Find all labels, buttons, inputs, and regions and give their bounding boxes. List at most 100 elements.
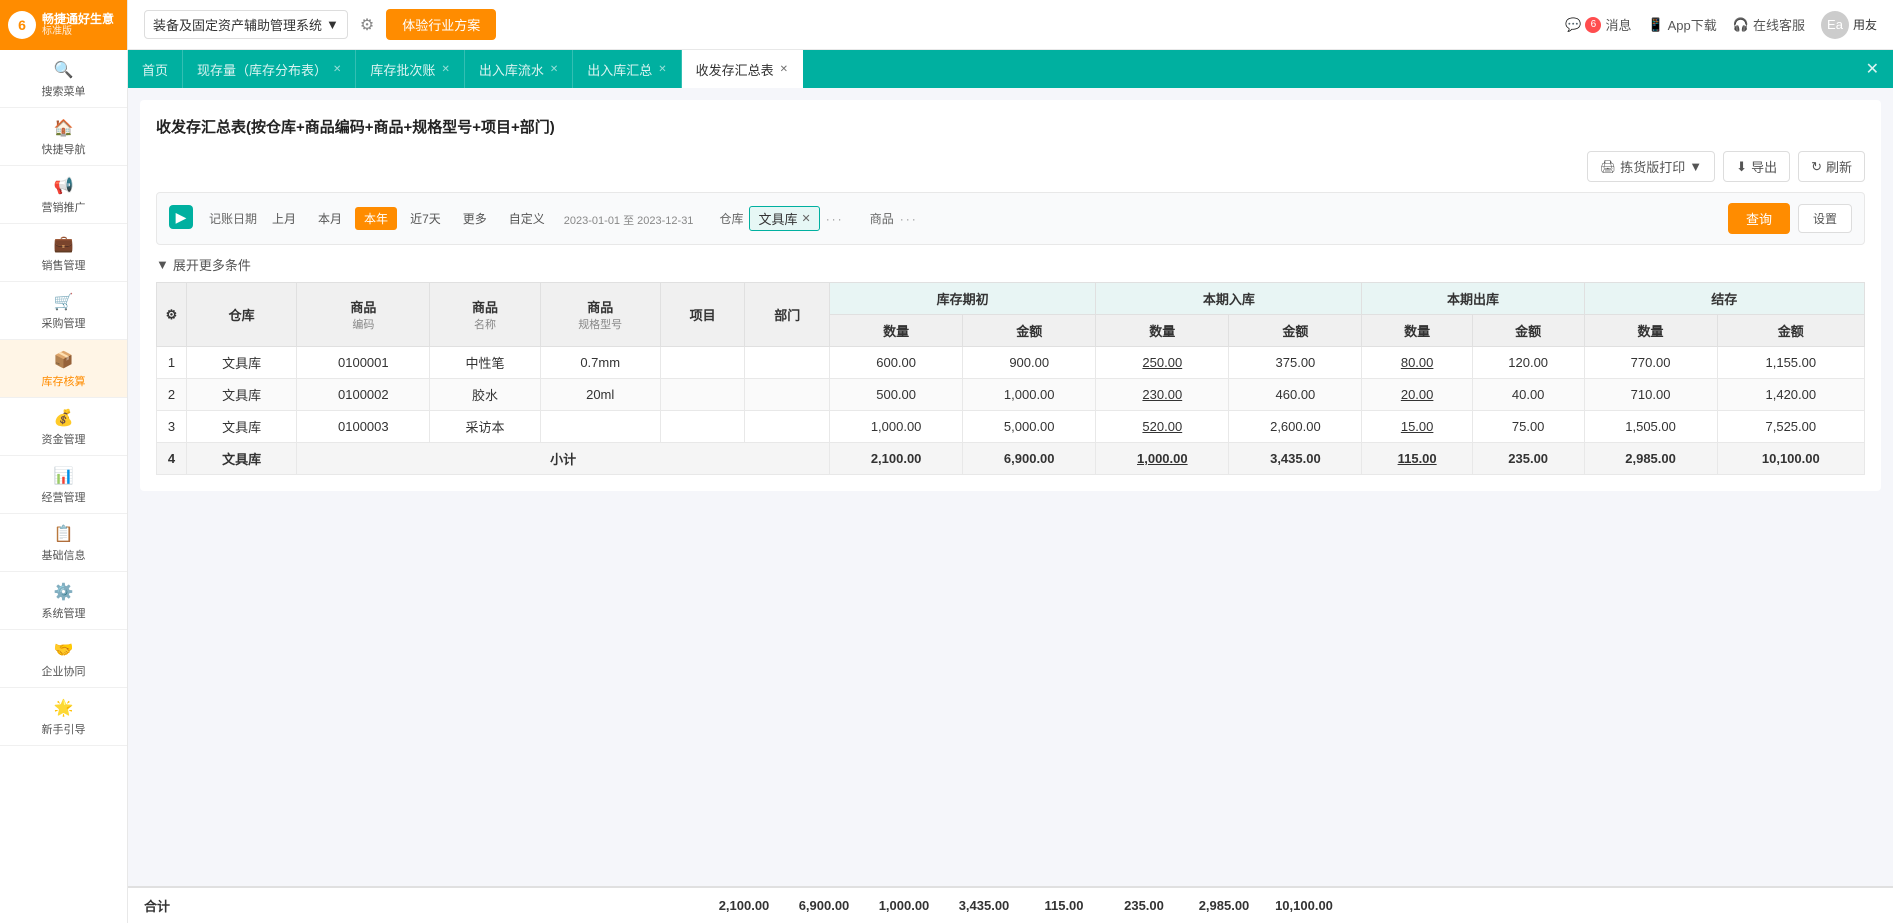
sidebar-item-search[interactable]: 🔍搜索菜单	[0, 50, 127, 108]
shortcut-last7days[interactable]: 近7天	[401, 207, 450, 230]
row-bal-amt: 1,155.00	[1717, 347, 1864, 379]
settings-icon[interactable]: ⚙	[360, 15, 374, 35]
user-action[interactable]: Ea 用友	[1821, 11, 1877, 39]
col-project: 项目	[660, 283, 745, 347]
page-content: 收发存汇总表(按仓库+商品编码+商品+规格型号+项目+部门) 🖨 拣货版打印 ▼…	[128, 88, 1893, 886]
shortcut-custom[interactable]: 自定义	[500, 207, 554, 230]
row-out-qty[interactable]: 15.00	[1362, 411, 1472, 443]
enterprise-label: 企业协同	[42, 663, 86, 679]
subtotal-warehouse: 文具库	[187, 443, 297, 475]
user-name: 用友	[1853, 16, 1877, 33]
footer-bar: 合计 2,100.00 6,900.00 1,000.00 3,435.00 1…	[128, 886, 1893, 923]
expand-conditions-button[interactable]: ▼ 展开更多条件	[156, 255, 1865, 274]
close-all-tabs-button[interactable]: ✕	[1852, 59, 1893, 79]
row-in-qty[interactable]: 250.00	[1096, 347, 1229, 379]
sidebar-item-marketing[interactable]: 📢营销推广	[0, 166, 127, 224]
sidebar-item-operations[interactable]: 📊经营管理	[0, 456, 127, 514]
print-mode-button[interactable]: 🖨 拣货版打印 ▼	[1587, 151, 1715, 182]
settings-button[interactable]: 设置	[1798, 204, 1852, 233]
tab-home[interactable]: 首页	[128, 50, 183, 88]
sidebar-item-purchase[interactable]: 🛒采购管理	[0, 282, 127, 340]
app-download-action[interactable]: 📱 App下载	[1647, 15, 1716, 34]
col-dept: 部门	[745, 283, 830, 347]
row-out-qty[interactable]: 80.00	[1362, 347, 1472, 379]
query-button[interactable]: 查询	[1728, 203, 1790, 234]
row-out-qty[interactable]: 20.00	[1362, 379, 1472, 411]
row-no: 3	[157, 411, 187, 443]
col-spec: 商品规格型号	[540, 283, 660, 347]
col-bal-amt: 金额	[1717, 315, 1864, 347]
sidebar-item-enterprise[interactable]: 🤝企业协同	[0, 630, 127, 688]
sidebar-item-system[interactable]: ⚙️系统管理	[0, 572, 127, 630]
filter-toggle-button[interactable]: ▶	[169, 205, 193, 229]
header-right: 💬 6 消息 📱 App下载 🎧 在线客服 Ea 用友	[1565, 11, 1877, 39]
sidebar: 6 畅捷通好生意 标准版 🔍搜索菜单🏠快捷导航📢营销推广💼销售管理🛒采购管理📦库…	[0, 0, 128, 923]
system-selector[interactable]: 装备及固定资产辅助管理系统 ▼	[144, 10, 348, 39]
row-dept	[745, 411, 830, 443]
warehouse-more-dots[interactable]: ···	[826, 212, 844, 226]
tab-inventory-dist[interactable]: 现存量（库存分布表）✕	[183, 50, 356, 88]
date-range: 2023-01-01 至 2023-12-31	[564, 212, 694, 228]
table-settings-col[interactable]: ⚙	[157, 283, 187, 347]
online-service-label: 在线客服	[1753, 15, 1805, 34]
avatar: Ea	[1821, 11, 1849, 39]
tab-close-inventory-dist[interactable]: ✕	[333, 64, 341, 75]
export-button[interactable]: ⬇ 导出	[1723, 151, 1790, 182]
tab-inout-flow[interactable]: 出入库流水✕	[465, 50, 573, 88]
row-warehouse: 文具库	[187, 347, 297, 379]
row-in-qty[interactable]: 230.00	[1096, 379, 1229, 411]
purchase-icon: 🛒	[54, 292, 74, 312]
total-out-amt: 235.00	[1104, 898, 1184, 913]
refresh-button[interactable]: ↻ 刷新	[1798, 151, 1865, 182]
row-out-amt: 75.00	[1472, 411, 1584, 443]
shortcut-this-month[interactable]: 本月	[309, 207, 351, 230]
experience-btn[interactable]: 体验行业方案	[386, 9, 496, 40]
tab-recv-send-summary[interactable]: 收发存汇总表✕	[682, 50, 803, 88]
sidebar-item-newguide[interactable]: 🌟新手引导	[0, 688, 127, 746]
sidebar-item-basicinfo[interactable]: 📋 基础信息	[0, 514, 127, 572]
marketing-icon: 📢	[54, 176, 74, 196]
sidebar-item-sales[interactable]: 💼销售管理	[0, 224, 127, 282]
tab-close-recv-send-summary[interactable]: ✕	[780, 64, 788, 75]
sidebar-item-quicknav[interactable]: 🏠快捷导航	[0, 108, 127, 166]
shortcut-this-year[interactable]: 本年	[355, 207, 397, 230]
row-code: 0100003	[297, 411, 430, 443]
sidebar-item-inventory[interactable]: 📦库存核算	[0, 340, 127, 398]
tab-inout-summary[interactable]: 出入库汇总✕	[573, 50, 681, 88]
row-bal-qty: 770.00	[1584, 347, 1717, 379]
tab-close-inout-summary[interactable]: ✕	[658, 64, 666, 75]
message-action[interactable]: 💬 6 消息	[1565, 15, 1631, 34]
tab-close-batch-ledger[interactable]: ✕	[441, 64, 449, 75]
expand-icon: ▼	[156, 257, 169, 272]
tab-close-inout-flow[interactable]: ✕	[550, 64, 558, 75]
product-more-dots[interactable]: ···	[900, 212, 918, 226]
shortcut-last-month[interactable]: 上月	[263, 207, 305, 230]
row-dept	[745, 347, 830, 379]
finance-label: 资金管理	[42, 431, 86, 447]
date-filter-group: 记账日期 上月 本月 本年 近7天 更多 自定义	[209, 207, 554, 230]
col-name: 商品名称	[430, 283, 540, 347]
subtotal-in-qty[interactable]: 1,000.00	[1096, 443, 1229, 475]
sidebar-item-finance[interactable]: 💰 资金管理	[0, 398, 127, 456]
filter-bar: ▶ 记账日期 上月 本月 本年 近7天 更多 自定义	[156, 192, 1865, 245]
warehouse-tag: 文具库 ✕	[749, 206, 819, 231]
col-warehouse: 仓库	[187, 283, 297, 347]
product-filter-label: 商品	[870, 210, 894, 227]
sidebar-header: 6 畅捷通好生意 标准版	[0, 0, 127, 50]
shortcut-more[interactable]: 更多	[454, 207, 496, 230]
row-opening-amt: 900.00	[963, 347, 1096, 379]
warehouse-tag-close[interactable]: ✕	[801, 212, 810, 225]
tab-batch-ledger[interactable]: 库存批次账✕	[356, 50, 464, 88]
basicinfo-icon: 📋	[54, 524, 74, 544]
basicinfo-label: 基础信息	[42, 547, 86, 563]
subtotal-row: 4 文具库 小计 2,100.00 6,900.00 1,000.00 3,43…	[157, 443, 1865, 475]
row-in-qty[interactable]: 520.00	[1096, 411, 1229, 443]
online-service-action[interactable]: 🎧 在线客服	[1733, 15, 1805, 34]
subtotal-out-qty[interactable]: 115.00	[1362, 443, 1472, 475]
right-actions: 🖨 拣货版打印 ▼ ⬇ 导出 ↻ 刷新	[156, 151, 1865, 182]
tab-bar: 首页现存量（库存分布表）✕库存批次账✕出入库流水✕出入库汇总✕收发存汇总表✕✕	[128, 50, 1893, 88]
row-opening-qty: 600.00	[830, 347, 963, 379]
total-out-qty: 115.00	[1024, 898, 1104, 913]
finance-icon: 💰	[54, 408, 74, 428]
search-label: 搜索菜单	[42, 83, 86, 99]
